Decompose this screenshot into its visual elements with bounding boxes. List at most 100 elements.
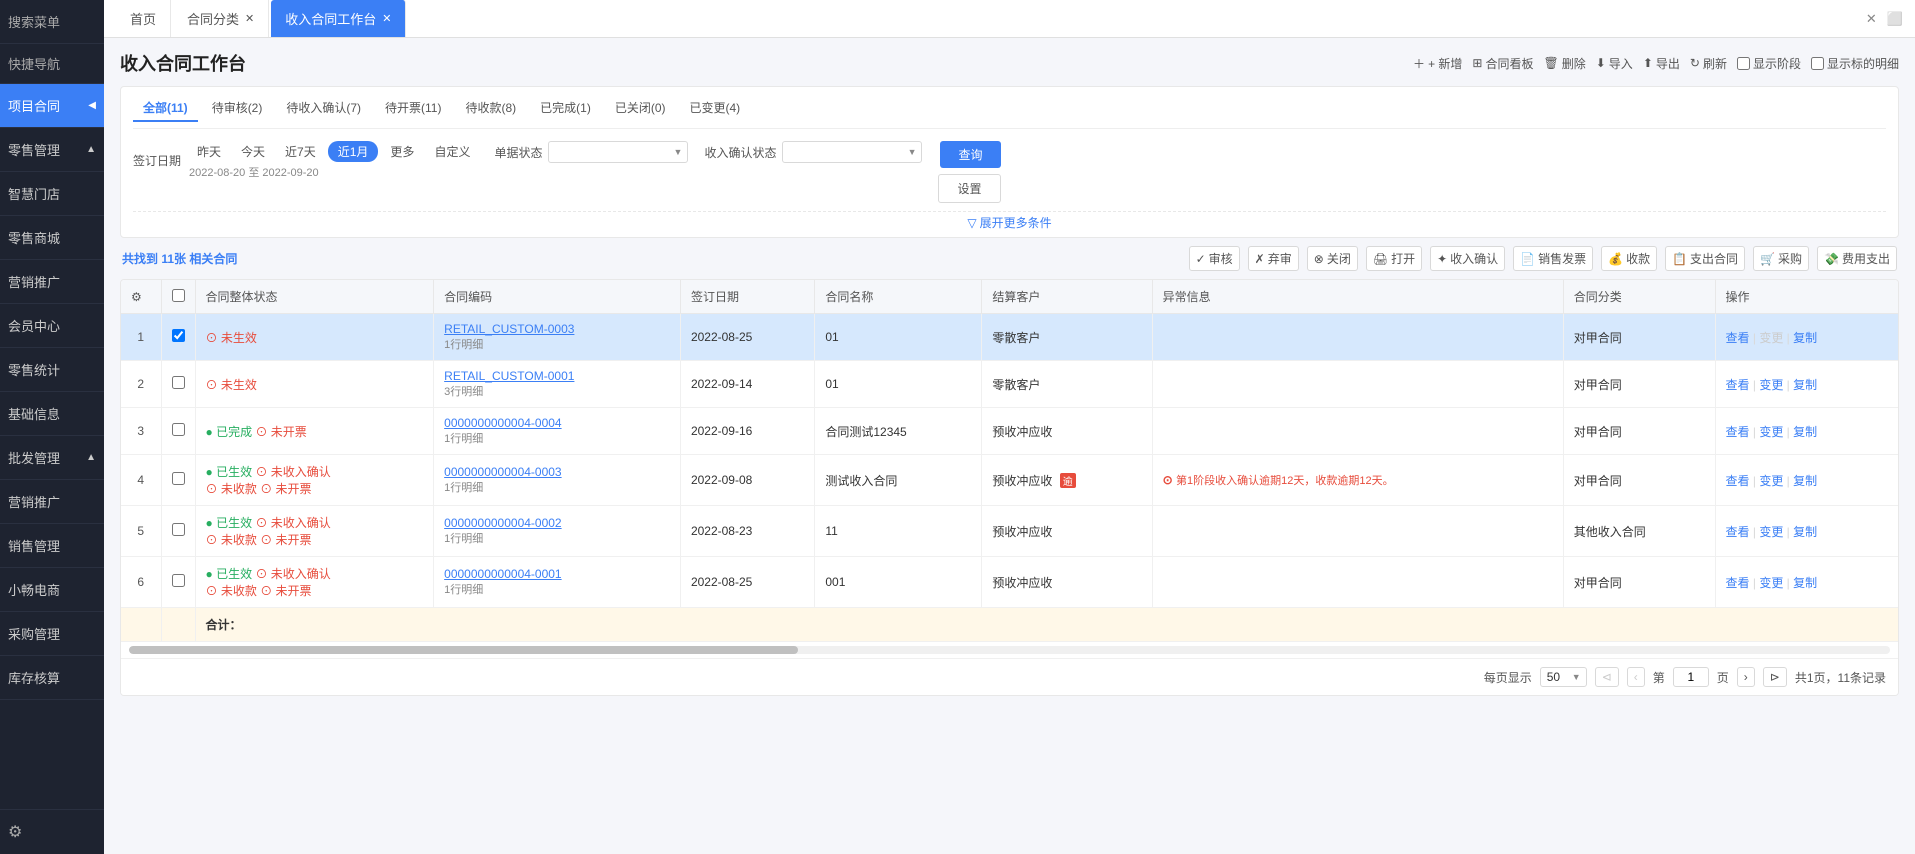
view-action[interactable]: 查看 [1726,525,1750,539]
purchase-btn[interactable]: 🛒 采购 [1753,246,1809,271]
income-confirm-btn[interactable]: ✦ 收入确认 [1430,246,1505,271]
sidebar-item-purchase[interactable]: 采购管理 [0,612,104,656]
print-btn[interactable]: 🖨 打开 [1366,246,1422,271]
sidebar-item-member[interactable]: 会员中心 [0,304,104,348]
date-btn-today[interactable]: 今天 [233,141,273,162]
copy-action[interactable]: 复制 [1793,425,1817,439]
row-checkbox[interactable] [172,523,185,536]
sidebar-quick-nav[interactable]: 快捷导航 [0,44,104,84]
tab-contract-cat[interactable]: 合同分类 ✕ [173,0,269,37]
show-stage-checkbox-label[interactable]: 显示阶段 [1737,55,1801,72]
contract-code-link[interactable]: RETAIL_CUSTOM-0003 [444,322,670,336]
edit-action[interactable]: 变更 [1759,576,1783,590]
filter-tab-pending-income[interactable]: 待收入确认(7) [276,95,371,122]
select-all-checkbox[interactable] [172,289,185,302]
board-btn[interactable]: ⊞ 合同看板 [1472,55,1533,72]
page-size-select[interactable]: 50 100 200 [1540,667,1587,687]
filter-tab-pending-invoice[interactable]: 待开票(11) [375,95,451,122]
abandon-btn[interactable]: ✗ 弃审 [1248,246,1299,271]
prev-page-btn[interactable]: ‹ [1627,667,1645,687]
edit-action[interactable]: 变更 [1759,525,1783,539]
contract-code-link[interactable]: 0000000000004-0004 [444,416,670,430]
row-checkbox-cell[interactable] [161,361,195,408]
sidebar-item-smart-store[interactable]: 智慧门店 [0,172,104,216]
contract-code-link[interactable]: 0000000000004-0002 [444,516,670,530]
view-action[interactable]: 查看 [1726,378,1750,392]
sidebar-item-retail-mgmt[interactable]: 零售管理 ▲ [0,128,104,172]
th-checkbox[interactable] [161,280,195,314]
contract-code-link[interactable]: 0000000000004-0003 [444,465,670,479]
new-btn[interactable]: ＋ + 新增 [1413,55,1462,72]
tab-income-workbench-close[interactable]: ✕ [382,12,391,25]
window-close-btn[interactable]: ✕ [1866,11,1877,27]
expand-conditions-btn[interactable]: ▽ 展开更多条件 [967,214,1051,231]
date-btn-1month[interactable]: 近1月 [328,141,379,162]
th-settings[interactable]: ⚙ [121,280,161,314]
row-checkbox[interactable] [172,329,185,342]
settings-button[interactable]: 设置 [938,174,1000,203]
edit-action[interactable]: 变更 [1759,425,1783,439]
tab-income-workbench[interactable]: 收入合同工作台 ✕ [271,0,406,37]
refresh-btn[interactable]: ↻ 刷新 [1690,55,1727,72]
view-action[interactable]: 查看 [1726,576,1750,590]
row-checkbox-cell[interactable] [161,557,195,608]
view-action[interactable]: 查看 [1726,425,1750,439]
show-detail-checkbox-label[interactable]: 显示标的明细 [1811,55,1899,72]
filter-tab-closed[interactable]: 已关闭(0) [605,95,676,122]
show-detail-checkbox[interactable] [1811,57,1824,70]
sidebar-item-batch-mgmt[interactable]: 批发管理 ▲ [0,436,104,480]
sidebar-settings[interactable]: ⚙ [0,809,104,854]
audit-btn[interactable]: ✓ 审核 [1189,246,1240,271]
row-checkbox[interactable] [172,574,185,587]
contract-code-link[interactable]: RETAIL_CUSTOM-0001 [444,369,670,383]
sidebar-item-marketing2[interactable]: 营销推广 [0,480,104,524]
sidebar-item-inventory[interactable]: 库存核算 [0,656,104,700]
edit-action[interactable]: 变更 [1759,474,1783,488]
sidebar-item-sales-mgmt[interactable]: 销售管理 [0,524,104,568]
expense-out-btn[interactable]: 💸 费用支出 [1817,246,1897,271]
export-btn[interactable]: ⬆ 导出 [1643,55,1680,72]
filter-tab-completed[interactable]: 已完成(1) [530,95,601,122]
row-checkbox-cell[interactable] [161,455,195,506]
close-contract-btn[interactable]: ⊗ 关闭 [1307,246,1358,271]
window-maximize-btn[interactable]: ⬜ [1887,11,1903,27]
filter-tab-changed[interactable]: 已变更(4) [680,95,751,122]
copy-action[interactable]: 复制 [1793,331,1817,345]
import-btn[interactable]: ⬇ 导入 [1596,55,1633,72]
collect-btn[interactable]: 💰 收款 [1601,246,1657,271]
date-btn-7days[interactable]: 近7天 [277,141,324,162]
page-input[interactable] [1673,667,1709,687]
row-checkbox[interactable] [172,376,185,389]
tab-home[interactable]: 首页 [116,0,171,37]
tab-contract-cat-close[interactable]: ✕ [245,12,254,25]
copy-action[interactable]: 复制 [1793,474,1817,488]
query-button[interactable]: 查询 [940,141,1000,168]
income-confirm-select[interactable] [782,141,922,163]
sidebar-item-xiaochang[interactable]: 小畅电商 [0,568,104,612]
row-checkbox-cell[interactable] [161,506,195,557]
filter-tab-all[interactable]: 全部(11) [133,95,198,122]
sidebar-item-retail-stats[interactable]: 零售统计 [0,348,104,392]
view-action[interactable]: 查看 [1726,331,1750,345]
edit-action[interactable]: 变更 [1759,378,1783,392]
sales-invoice-btn[interactable]: 📄 销售发票 [1513,246,1593,271]
row-checkbox[interactable] [172,423,185,436]
next-page-btn[interactable]: › [1737,667,1755,687]
date-btn-custom[interactable]: 自定义 [426,141,478,162]
date-btn-yesterday[interactable]: 昨天 [189,141,229,162]
first-page-btn[interactable]: ⊲ [1595,667,1619,687]
sidebar-item-project[interactable]: 项目合同 ◀ [0,84,104,128]
view-action[interactable]: 查看 [1726,474,1750,488]
copy-action[interactable]: 复制 [1793,378,1817,392]
filter-tab-pending-audit[interactable]: 待审核(2) [202,95,273,122]
date-btn-more[interactable]: 更多 [382,141,422,162]
copy-action[interactable]: 复制 [1793,576,1817,590]
show-stage-checkbox[interactable] [1737,57,1750,70]
contract-code-link[interactable]: 0000000000004-0001 [444,567,670,581]
row-checkbox-cell[interactable] [161,314,195,361]
copy-action[interactable]: 复制 [1793,525,1817,539]
sidebar-item-retail-mall[interactable]: 零售商城 [0,216,104,260]
out-contract-btn[interactable]: 📋 支出合同 [1665,246,1745,271]
scroll-bar-area[interactable] [121,642,1898,658]
row-checkbox-cell[interactable] [161,408,195,455]
